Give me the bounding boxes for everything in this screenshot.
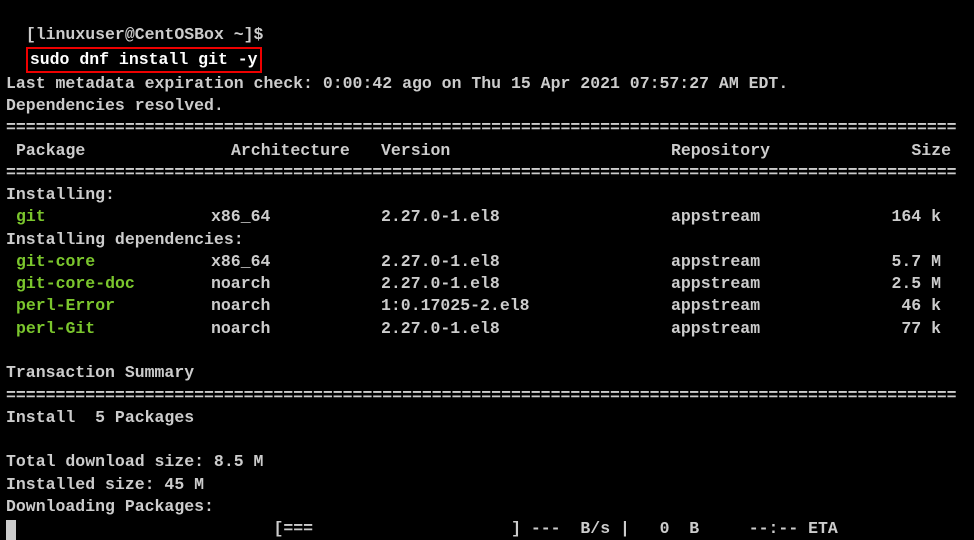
package-arch: noarch — [211, 295, 381, 317]
package-size: 77 k — [861, 318, 941, 340]
package-repo: appstream — [671, 251, 861, 273]
divider-summary: ========================================… — [6, 385, 968, 407]
divider-header: ========================================… — [6, 162, 968, 184]
package-repo: appstream — [671, 206, 861, 228]
deps-resolved-line: Dependencies resolved. — [6, 95, 968, 117]
package-name: perl-Git — [6, 318, 211, 340]
downloading-packages: Downloading Packages: — [6, 496, 968, 518]
header-version: Version — [381, 140, 671, 162]
package-size: 164 k — [861, 206, 941, 228]
package-arch: noarch — [211, 273, 381, 295]
package-repo: appstream — [671, 273, 861, 295]
header-size: Size — [881, 140, 951, 162]
total-download-size: Total download size: 8.5 M — [6, 451, 968, 473]
package-row: perl-Git noarch 2.27.0-1.el8 appstream 7… — [6, 318, 968, 340]
install-count: Install 5 Packages — [6, 407, 968, 429]
package-arch: x86_64 — [211, 206, 381, 228]
header-package: Package — [6, 140, 231, 162]
header-architecture: Architecture — [231, 140, 381, 162]
package-row: git-core x86_64 2.27.0-1.el8 appstream 5… — [6, 251, 968, 273]
package-name: git-core-doc — [6, 273, 211, 295]
progress-text: [=== ] --- B/s | 0 B --:-- ETA — [16, 519, 838, 538]
transaction-summary: Transaction Summary — [6, 362, 968, 384]
package-version: 2.27.0-1.el8 — [381, 273, 671, 295]
progress-bar-line: [=== ] --- B/s | 0 B --:-- ETA — [6, 518, 968, 540]
package-version: 2.27.0-1.el8 — [381, 251, 671, 273]
package-size: 46 k — [861, 295, 941, 317]
package-size: 5.7 M — [861, 251, 941, 273]
package-version: 2.27.0-1.el8 — [381, 206, 671, 228]
command-input[interactable]: sudo dnf install git -y — [26, 47, 262, 73]
divider-top: ========================================… — [6, 117, 968, 139]
table-header: Package Architecture Version Repository … — [6, 140, 968, 162]
package-arch: noarch — [211, 318, 381, 340]
section-installing-deps: Installing dependencies: — [6, 229, 968, 251]
package-version: 1:0.17025-2.el8 — [381, 295, 671, 317]
package-version: 2.27.0-1.el8 — [381, 318, 671, 340]
installed-size: Installed size: 45 M — [6, 474, 968, 496]
package-name: git-core — [6, 251, 211, 273]
package-row: git x86_64 2.27.0-1.el8 appstream 164 k — [6, 206, 968, 228]
package-name: git — [6, 206, 211, 228]
package-repo: appstream — [671, 295, 861, 317]
package-name: perl-Error — [6, 295, 211, 317]
package-arch: x86_64 — [211, 251, 381, 273]
package-row: perl-Error noarch 1:0.17025-2.el8 appstr… — [6, 295, 968, 317]
cursor — [6, 520, 16, 540]
header-repository: Repository — [671, 140, 881, 162]
section-installing: Installing: — [6, 184, 968, 206]
prompt-user-host: [linuxuser@CentOSBox ~]$ — [26, 25, 264, 44]
package-repo: appstream — [671, 318, 861, 340]
package-row: git-core-doc noarch 2.27.0-1.el8 appstre… — [6, 273, 968, 295]
metadata-check-line: Last metadata expiration check: 0:00:42 … — [6, 73, 968, 95]
package-size: 2.5 M — [861, 273, 941, 295]
